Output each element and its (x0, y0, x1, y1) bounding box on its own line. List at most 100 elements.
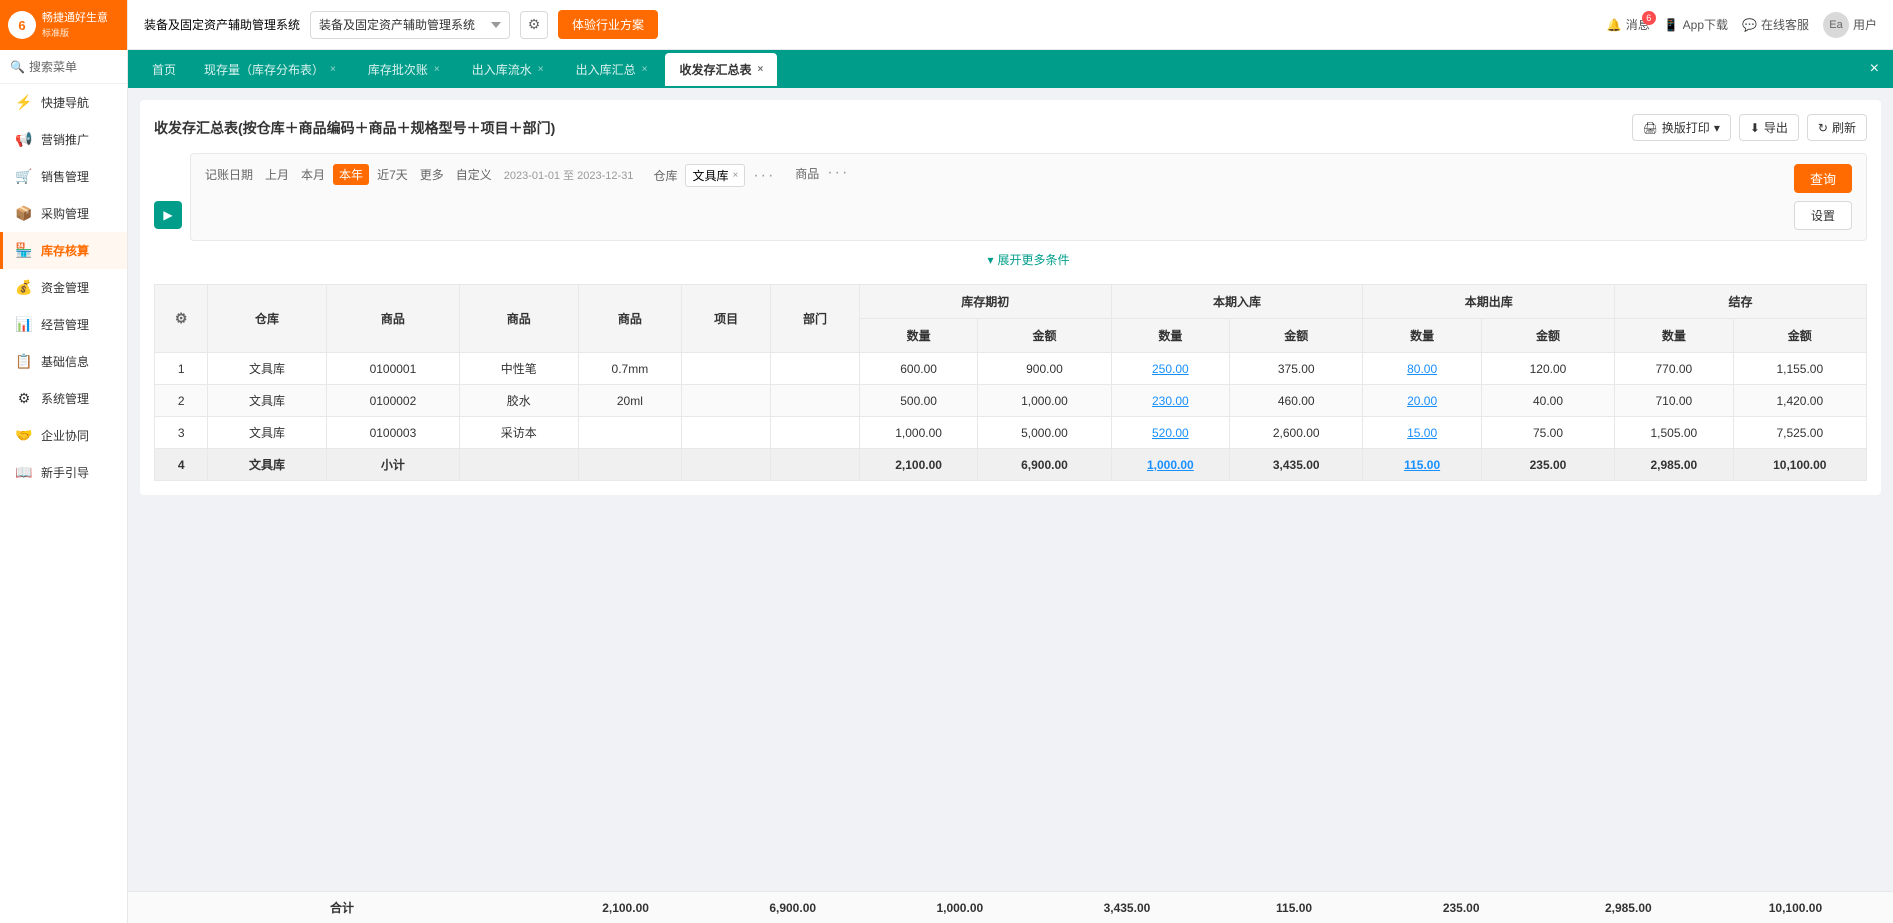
row1-out-amount: 120.00 (1481, 353, 1614, 385)
subtotal-col3 (460, 449, 578, 481)
sidebar-item-label: 新手引导 (41, 464, 89, 481)
row3-out-qty[interactable]: 15.00 (1363, 417, 1481, 449)
row3-in-qty[interactable]: 520.00 (1111, 417, 1229, 449)
warehouse-dots[interactable]: ··· (753, 167, 775, 185)
tab-home-label: 首页 (152, 61, 176, 78)
sidebar-item-operation[interactable]: 📊 经营管理 (0, 306, 127, 343)
table-settings-icon[interactable]: ⚙ (175, 310, 188, 326)
subtotal-in-amount: 3,435.00 (1230, 449, 1363, 481)
row1-project (682, 353, 771, 385)
tab-inout-flow[interactable]: 出入库流水 × (458, 53, 558, 86)
sidebar-item-quick[interactable]: ⚡ 快捷导航 (0, 84, 127, 121)
tab-batch[interactable]: 库存批次账 × (354, 53, 454, 86)
user-avatar[interactable]: Ea 用户 (1823, 12, 1877, 38)
total-in-amount: 3,435.00 (1043, 901, 1210, 915)
sidebar-item-label: 快捷导航 (41, 94, 89, 111)
warehouse-tag-close[interactable]: × (732, 170, 738, 181)
row3-balance-amount: 7,525.00 (1733, 417, 1866, 449)
date-custom-btn[interactable]: 自定义 (452, 164, 496, 185)
product-dots[interactable]: ··· (827, 164, 849, 182)
online-service-button[interactable]: 💬 在线客服 (1742, 16, 1809, 33)
topbar-system-title: 装备及固定资产辅助管理系统 (144, 16, 300, 33)
filter-setting-button[interactable]: 设置 (1794, 201, 1852, 230)
row2-balance-qty: 710.00 (1615, 385, 1733, 417)
query-button[interactable]: 查询 (1794, 164, 1852, 193)
date-prev-month-btn[interactable]: 上月 (261, 164, 293, 185)
sidebar-item-label: 经营管理 (41, 316, 89, 333)
tab-home[interactable]: 首页 (138, 53, 190, 86)
sidebar-item-label: 销售管理 (41, 168, 89, 185)
refresh-button[interactable]: ↻ 刷新 (1807, 114, 1867, 141)
sidebar-item-marketing[interactable]: 📢 营销推广 (0, 121, 127, 158)
search-menu-item[interactable]: 🔍 搜索菜单 (0, 50, 127, 84)
system-selector[interactable]: 装备及固定资产辅助管理系统 (310, 11, 510, 39)
sidebar-item-label: 采购管理 (41, 205, 89, 222)
export-button[interactable]: ⬇ 导出 (1739, 114, 1799, 141)
sidebar-item-system[interactable]: ⚙ 系统管理 (0, 380, 127, 417)
row2-out-qty[interactable]: 20.00 (1363, 385, 1481, 417)
row1-name: 中性笔 (460, 353, 578, 385)
service-icon: 💬 (1742, 18, 1757, 32)
th-settings[interactable]: ⚙ (155, 285, 208, 353)
subtotal-col6 (771, 449, 860, 481)
th-balance-group: 结存 (1615, 285, 1867, 319)
subtotal-opening-qty: 2,100.00 (859, 449, 977, 481)
date-more-btn[interactable]: 更多 (416, 164, 448, 185)
sidebar-item-collab[interactable]: 🤝 企业协同 (0, 417, 127, 454)
warehouse-tag-text: 文具库 (692, 167, 728, 184)
row3-code: 0100003 (326, 417, 459, 449)
row2-spec: 20ml (578, 385, 682, 417)
sidebar-item-purchase[interactable]: 📦 采购管理 (0, 195, 127, 232)
subtotal-in-qty[interactable]: 1,000.00 (1111, 449, 1229, 481)
subtotal-out-qty[interactable]: 115.00 (1363, 449, 1481, 481)
date-this-month-btn[interactable]: 本月 (297, 164, 329, 185)
sidebar-item-guide[interactable]: 📖 新手引导 (0, 454, 127, 491)
row1-out-qty[interactable]: 80.00 (1363, 353, 1481, 385)
warehouse-tag[interactable]: 文具库 × (685, 164, 745, 187)
date-this-year-btn[interactable]: 本年 (333, 164, 369, 185)
trial-button[interactable]: 体验行业方案 (558, 10, 658, 39)
sidebar-item-sales[interactable]: 🛒 销售管理 (0, 158, 127, 195)
th-warehouse: 仓库 (208, 285, 326, 353)
th-in-amount: 金额 (1230, 319, 1363, 353)
row1-balance-qty: 770.00 (1615, 353, 1733, 385)
date-buttons: 上月 本月 本年 近7天 更多 自定义 (261, 164, 496, 185)
sidebar-item-inventory[interactable]: 🏪 库存核算 (0, 232, 127, 269)
row1-in-amount: 375.00 (1230, 353, 1363, 385)
data-table-wrap: ⚙ 仓库 商品 商品 商品 项目 部门 库存期初 本期入库 本期出库 结存 (154, 284, 1867, 481)
filter-expand-arrow[interactable]: ▶ (154, 201, 182, 229)
expand-more-btn[interactable]: ▾ 展开更多条件 (987, 251, 1069, 268)
th-dept: 部门 (771, 285, 860, 353)
tab-close-stock-dist[interactable]: × (330, 64, 336, 75)
total-label: 合计 (142, 899, 542, 916)
row3-opening-amount: 5,000.00 (978, 417, 1111, 449)
tabbar-close-button[interactable]: × (1866, 56, 1883, 82)
row2-in-qty[interactable]: 230.00 (1111, 385, 1229, 417)
tab-receipt-summary[interactable]: 收发存汇总表 × (665, 53, 777, 86)
row1-in-qty[interactable]: 250.00 (1111, 353, 1229, 385)
row3-in-amount: 2,600.00 (1230, 417, 1363, 449)
date-7days-btn[interactable]: 近7天 (373, 164, 412, 185)
finance-icon: 💰 (15, 279, 33, 296)
th-out-group: 本期出库 (1363, 285, 1615, 319)
subtotal-balance-amount: 10,100.00 (1733, 449, 1866, 481)
sidebar-item-label: 资金管理 (41, 279, 89, 296)
basic-icon: 📋 (15, 353, 33, 370)
tab-close-inout-summary[interactable]: × (642, 64, 648, 75)
tab-close-batch[interactable]: × (434, 64, 440, 75)
tab-close-inout-flow[interactable]: × (538, 64, 544, 75)
th-opening-group: 库存期初 (859, 285, 1111, 319)
tab-inout-summary[interactable]: 出入库汇总 × (562, 53, 662, 86)
total-in-qty: 1,000.00 (876, 901, 1043, 915)
sidebar-item-basic[interactable]: 📋 基础信息 (0, 343, 127, 380)
tab-close-receipt-summary[interactable]: × (757, 64, 763, 75)
subtotal-col4 (578, 449, 682, 481)
sidebar-item-finance[interactable]: 💰 资金管理 (0, 269, 127, 306)
settings-gear-icon[interactable]: ⚙ (520, 11, 548, 39)
tab-stock-dist[interactable]: 现存量（库存分布表） × (190, 53, 350, 86)
messages-button[interactable]: 🔔 消息 6 (1607, 16, 1650, 33)
th-product-spec: 商品 (578, 285, 682, 353)
app-download-button[interactable]: 📱 App下载 (1664, 16, 1728, 33)
row3-spec (578, 417, 682, 449)
print-button[interactable]: 🖨 换版打印 ▾ (1632, 114, 1731, 141)
